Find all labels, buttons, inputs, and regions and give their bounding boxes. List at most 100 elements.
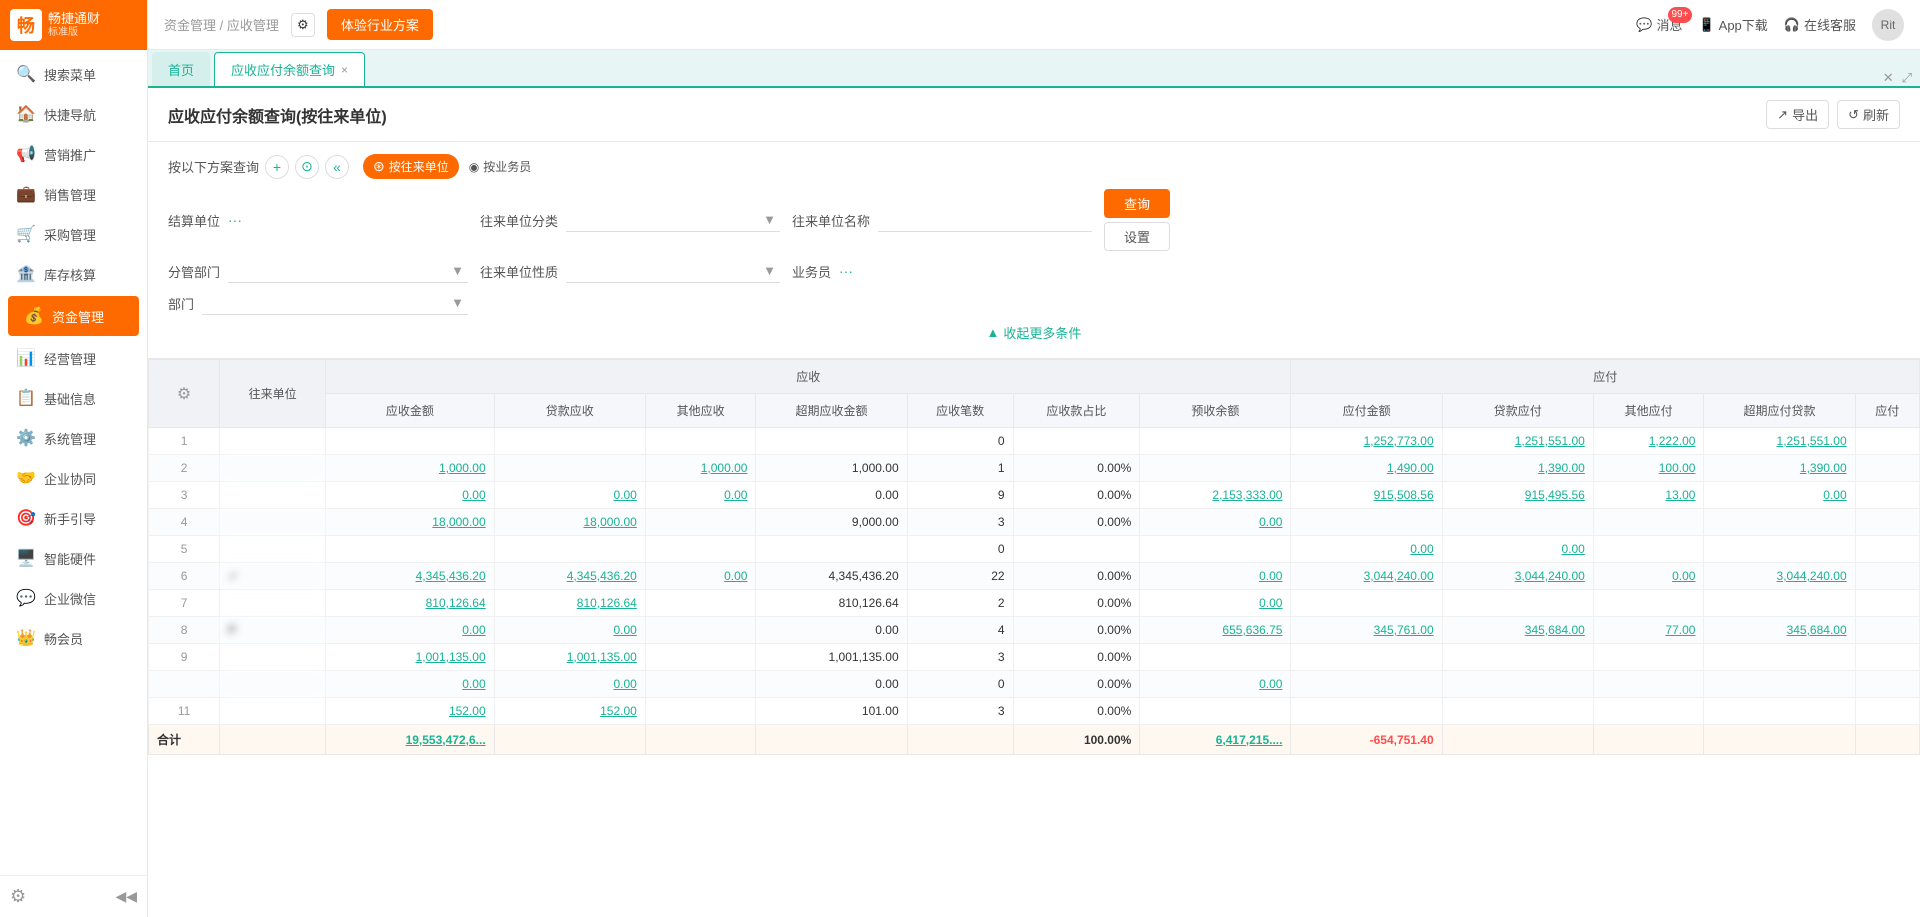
- close-window-icon[interactable]: ✕: [1883, 70, 1894, 86]
- sidebar-item-inventory[interactable]: 🏦库存核算: [0, 254, 147, 294]
- message-action[interactable]: 💬 消息 99+: [1636, 15, 1682, 34]
- table-cell[interactable]: 0.00: [494, 671, 645, 698]
- sidebar-item-system[interactable]: ⚙️系统管理: [0, 418, 147, 458]
- sidebar-item-quick-nav[interactable]: 🏠快捷导航: [0, 94, 147, 134]
- sidebar-item-sales[interactable]: 💼销售管理: [0, 174, 147, 214]
- collapse-more-btn[interactable]: ▲ 收起更多条件: [168, 323, 1900, 342]
- table-cell: [1013, 428, 1140, 455]
- table-cell[interactable]: 13.00: [1593, 482, 1704, 509]
- table-cell[interactable]: 4,345,436.20: [494, 563, 645, 590]
- sidebar-item-guide[interactable]: 🎯新手引导: [0, 498, 147, 538]
- table-cell[interactable]: 345,761.00: [1291, 617, 1442, 644]
- settings-icon[interactable]: ⚙: [10, 886, 26, 907]
- table-cell[interactable]: 152.00: [494, 698, 645, 725]
- filter-add-btn[interactable]: +: [265, 155, 289, 179]
- table-cell[interactable]: 1,390.00: [1704, 455, 1855, 482]
- table-cell[interactable]: 0.00: [494, 617, 645, 644]
- sidebar-item-hardware[interactable]: 🖥️智能硬件: [0, 538, 147, 578]
- app-download-action[interactable]: 📱 App下载: [1698, 15, 1767, 34]
- settings-btn[interactable]: ⚙: [291, 13, 315, 37]
- sidebar-item-wechat[interactable]: 💬企业微信: [0, 578, 147, 618]
- table-cell[interactable]: 77.00: [1593, 617, 1704, 644]
- footer-advance-balance[interactable]: 6,417,215....: [1140, 725, 1291, 755]
- sidebar-item-operation[interactable]: 📊经营管理: [0, 338, 147, 378]
- export-button[interactable]: ↗ 导出: [1766, 100, 1829, 129]
- table-cell[interactable]: 0.00: [1140, 671, 1291, 698]
- sidebar-item-search-menu[interactable]: 🔍搜索菜单: [0, 54, 147, 94]
- partner-nature-select[interactable]: ▼: [566, 259, 780, 283]
- table-cell[interactable]: 0.00: [1704, 482, 1855, 509]
- solution-button[interactable]: 体验行业方案: [327, 9, 433, 40]
- salesman-dots[interactable]: ···: [839, 263, 853, 279]
- table-cell[interactable]: 0.00: [1593, 563, 1704, 590]
- table-cell[interactable]: 3,044,240.00: [1704, 563, 1855, 590]
- table-cell[interactable]: 1,252,773.00: [1291, 428, 1442, 455]
- table-cell[interactable]: 0.00: [1140, 563, 1291, 590]
- tab-home[interactable]: 首页: [152, 52, 210, 86]
- sidebar-item-purchase[interactable]: 🛒采购管理: [0, 214, 147, 254]
- table-cell[interactable]: 0.00: [326, 617, 495, 644]
- refresh-button[interactable]: ↺ 刷新: [1837, 100, 1900, 129]
- table-cell[interactable]: 1,251,551.00: [1704, 428, 1855, 455]
- scheme-by-salesman-tab[interactable]: ◉ 按业务员: [469, 158, 532, 175]
- partner-category-label: 往来单位分类: [480, 211, 558, 230]
- tab-close-icon[interactable]: ×: [341, 63, 348, 77]
- table-wrapper[interactable]: ⚙ 往来单位 应收 应付 应收金额 贷款应收 其他应收 超期应收金额 应收笔数 …: [148, 359, 1920, 917]
- table-cell[interactable]: 0.00: [1140, 509, 1291, 536]
- table-cell[interactable]: 1,000.00: [326, 455, 495, 482]
- table-cell[interactable]: 1,001,135.00: [494, 644, 645, 671]
- table-cell[interactable]: 655,636.75: [1140, 617, 1291, 644]
- service-action[interactable]: 🎧 在线客服: [1784, 15, 1856, 34]
- settle-unit-dots[interactable]: ···: [228, 212, 242, 228]
- footer-ar-amount[interactable]: 19,553,472,6...: [326, 725, 495, 755]
- table-cell[interactable]: 0.00: [1291, 536, 1442, 563]
- manage-dept-select[interactable]: ▼: [228, 259, 468, 283]
- table-cell[interactable]: 1,251,551.00: [1442, 428, 1593, 455]
- tab-ar-balance[interactable]: 应收应付余额查询 ×: [214, 52, 365, 86]
- table-cell[interactable]: 3,044,240.00: [1291, 563, 1442, 590]
- sidebar-item-member[interactable]: 👑畅会员: [0, 618, 147, 658]
- table-cell[interactable]: 2,153,333.00: [1140, 482, 1291, 509]
- table-cell[interactable]: 1,000.00: [645, 455, 756, 482]
- expand-icon[interactable]: ⤢: [1902, 70, 1912, 86]
- table-cell[interactable]: 915,508.56: [1291, 482, 1442, 509]
- filter-config-btn[interactable]: ⊙: [295, 155, 319, 179]
- table-cell[interactable]: 100.00: [1593, 455, 1704, 482]
- table-cell[interactable]: 0.00: [326, 482, 495, 509]
- table-cell[interactable]: 1,490.00: [1291, 455, 1442, 482]
- filter-collapse-btn[interactable]: «: [325, 155, 349, 179]
- table-cell[interactable]: 4,345,436.20: [326, 563, 495, 590]
- dept-select[interactable]: ▼: [202, 291, 468, 315]
- table-cell[interactable]: 345,684.00: [1442, 617, 1593, 644]
- sidebar-item-basic[interactable]: 📋基础信息: [0, 378, 147, 418]
- table-cell[interactable]: 0.00: [326, 671, 495, 698]
- table-cell[interactable]: 0.00: [645, 563, 756, 590]
- sidebar-item-finance[interactable]: 💰资金管理: [8, 296, 139, 336]
- table-cell[interactable]: 1,001,135.00: [326, 644, 495, 671]
- th-settings[interactable]: ⚙: [149, 360, 220, 428]
- sidebar-item-marketing[interactable]: 📢营销推广: [0, 134, 147, 174]
- table-cell[interactable]: 810,126.64: [494, 590, 645, 617]
- table-cell[interactable]: 915,495.56: [1442, 482, 1593, 509]
- table-cell[interactable]: 152.00: [326, 698, 495, 725]
- table-cell[interactable]: 1,222.00: [1593, 428, 1704, 455]
- table-cell[interactable]: 0.00: [645, 482, 756, 509]
- table-cell[interactable]: 0.00: [494, 482, 645, 509]
- sidebar-item-cooperation[interactable]: 🤝企业协同: [0, 458, 147, 498]
- collapse-icon[interactable]: ◀◀: [115, 888, 137, 905]
- user-avatar[interactable]: Rit: [1872, 9, 1904, 41]
- table-cell[interactable]: 0.00: [1442, 536, 1593, 563]
- table-cell[interactable]: 810,126.64: [326, 590, 495, 617]
- table-cell[interactable]: 345,684.00: [1704, 617, 1855, 644]
- table-cell[interactable]: 18,000.00: [494, 509, 645, 536]
- settings-button[interactable]: 设置: [1104, 222, 1170, 251]
- partner-category-select[interactable]: ▼: [566, 208, 780, 232]
- table-cell[interactable]: 3,044,240.00: [1442, 563, 1593, 590]
- scheme-by-partner-tab[interactable]: ⊛ 按往来单位: [363, 154, 459, 179]
- table-cell[interactable]: 1,390.00: [1442, 455, 1593, 482]
- table-cell[interactable]: 0.00: [1140, 590, 1291, 617]
- table-cell[interactable]: 18,000.00: [326, 509, 495, 536]
- partner-name-input[interactable]: [878, 208, 1092, 232]
- query-button[interactable]: 查询: [1104, 189, 1170, 218]
- table-cell: [494, 428, 645, 455]
